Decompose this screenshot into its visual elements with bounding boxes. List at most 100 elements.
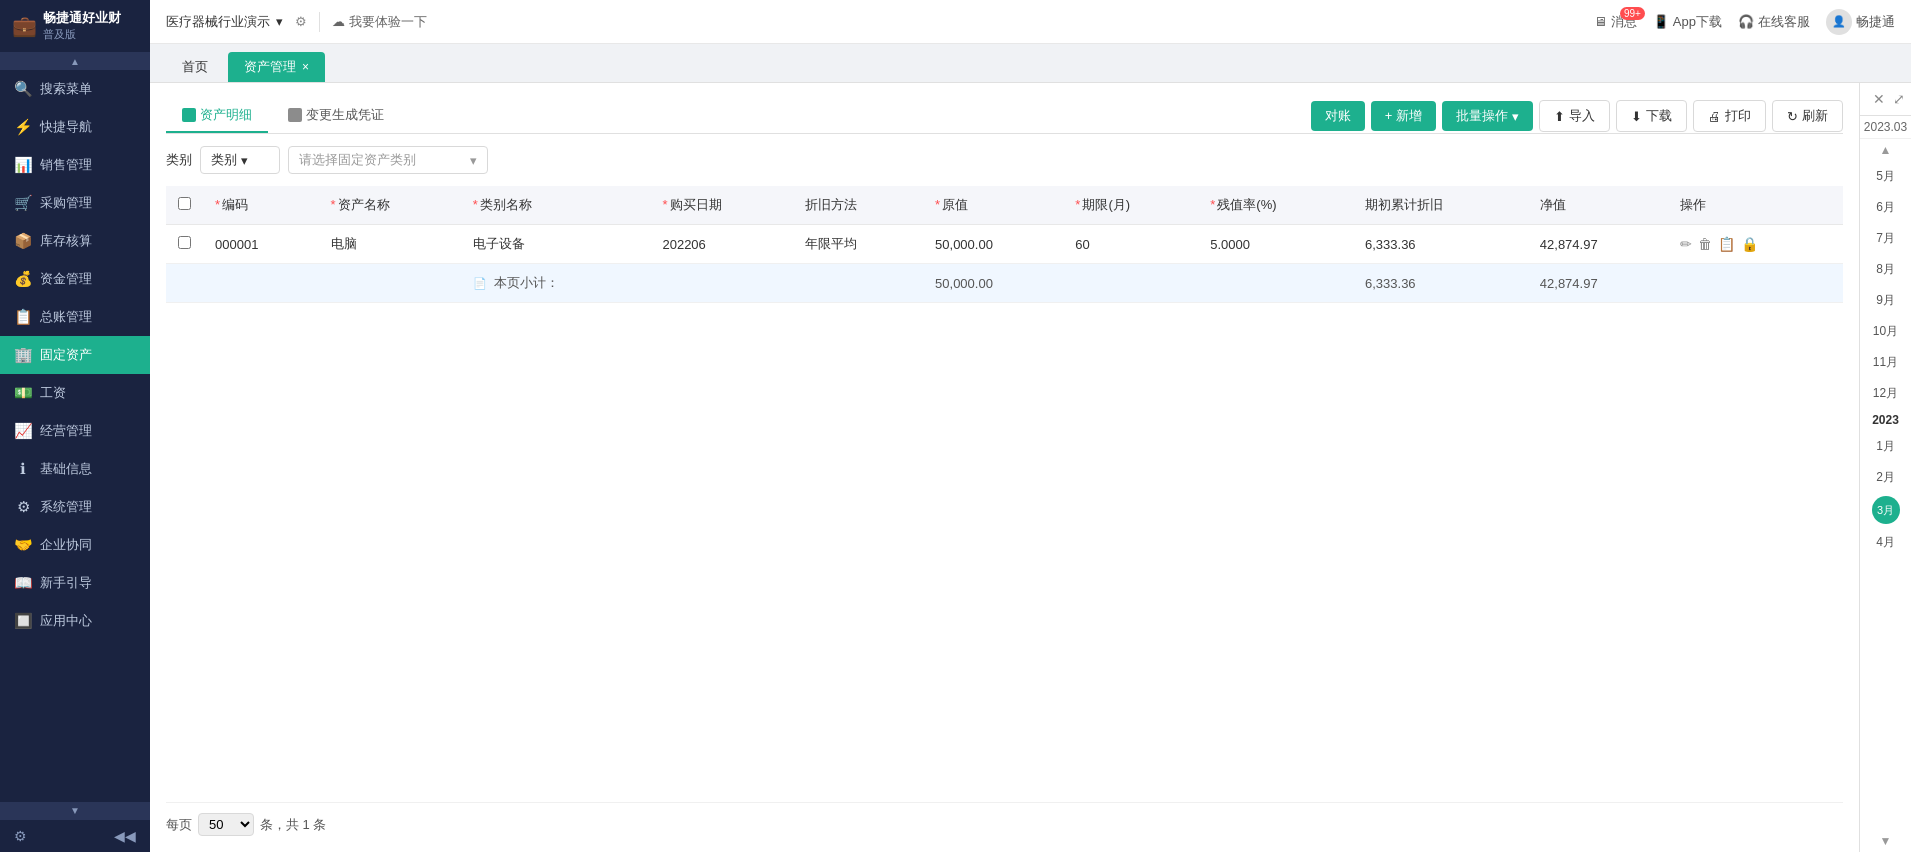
download-btn[interactable]: ⬇ 下载 bbox=[1616, 100, 1687, 132]
edit-icon[interactable]: ✏ bbox=[1680, 236, 1692, 252]
subtotal-empty2 bbox=[203, 264, 319, 303]
month-5[interactable]: 5月 bbox=[1860, 161, 1911, 192]
select-all-checkbox[interactable] bbox=[178, 197, 191, 210]
lock-icon[interactable]: 🔒 bbox=[1741, 236, 1758, 252]
month-11[interactable]: 11月 bbox=[1860, 347, 1911, 378]
sidebar-item-sales[interactable]: 📊 销售管理 bbox=[0, 146, 150, 184]
month-7[interactable]: 7月 bbox=[1860, 223, 1911, 254]
subtab-icon bbox=[288, 108, 302, 122]
sidebar-item-label: 工资 bbox=[40, 384, 66, 402]
sidebar-item-finance[interactable]: 💰 资金管理 bbox=[0, 260, 150, 298]
sidebar-item-purchase[interactable]: 🛒 采购管理 bbox=[0, 184, 150, 222]
months-before-section: 5月 6月 7月 8月 9月 10月 11月 12月 bbox=[1860, 161, 1911, 409]
reconcile-button[interactable]: 对账 bbox=[1311, 101, 1365, 131]
sidebar-item-label: 新手引导 bbox=[40, 574, 92, 592]
copy-icon[interactable]: 📋 bbox=[1718, 236, 1735, 252]
month-12[interactable]: 12月 bbox=[1860, 378, 1911, 409]
refresh-icon: ↻ bbox=[1787, 109, 1798, 124]
search-icon: 🔍 bbox=[14, 80, 32, 98]
new-button[interactable]: + 新增 bbox=[1371, 101, 1436, 131]
month-8[interactable]: 8月 bbox=[1860, 254, 1911, 285]
category-select[interactable]: 请选择固定资产类别 ▾ bbox=[288, 146, 488, 174]
expand-panel-icon[interactable]: ⤢ bbox=[1891, 89, 1907, 109]
sidebar-scroll-down[interactable]: ▼ bbox=[0, 802, 150, 819]
category-placeholder: 请选择固定资产类别 bbox=[299, 151, 416, 169]
notification-button[interactable]: 🖥 消息 99+ bbox=[1594, 13, 1637, 31]
category-dropdown-icon: ▾ bbox=[470, 153, 477, 168]
sidebar-item-label: 基础信息 bbox=[40, 460, 92, 478]
sales-icon: 📊 bbox=[14, 156, 32, 174]
sidebar-item-label: 快捷导航 bbox=[40, 118, 92, 136]
sidebar-item-enterprise[interactable]: 🤝 企业协同 bbox=[0, 526, 150, 564]
company-selector[interactable]: 医疗器械行业演示 ▾ bbox=[166, 13, 283, 31]
td-period: 60 bbox=[1063, 225, 1198, 264]
subtab-active-icon bbox=[182, 108, 196, 122]
subtotal-empty5 bbox=[793, 264, 923, 303]
gear-button[interactable]: ⚙ bbox=[295, 14, 307, 29]
service-button[interactable]: 🎧 在线客服 bbox=[1738, 13, 1810, 31]
batch-button[interactable]: 批量操作 ▾ bbox=[1442, 101, 1533, 131]
category-type-select[interactable]: 类别 ▾ bbox=[200, 146, 280, 174]
sidebar-item-quick-nav[interactable]: ⚡ 快捷导航 bbox=[0, 108, 150, 146]
company-name: 医疗器械行业演示 bbox=[166, 13, 270, 31]
tab-home[interactable]: 首页 bbox=[166, 52, 224, 82]
month-4-2023[interactable]: 4月 bbox=[1860, 527, 1911, 558]
collapse-icon[interactable]: ◀◀ bbox=[114, 828, 136, 844]
subtab-voucher[interactable]: 变更生成凭证 bbox=[272, 99, 400, 133]
experience-button[interactable]: ☁ 我要体验一下 bbox=[332, 13, 427, 31]
import-button[interactable]: ⬆ 导入 bbox=[1539, 100, 1610, 132]
print-button[interactable]: 🖨 打印 bbox=[1693, 100, 1766, 132]
page-tabs: 首页 资产管理 × bbox=[150, 44, 1911, 83]
subtab-label: 变更生成凭证 bbox=[306, 106, 384, 124]
settings-icon[interactable]: ⚙ bbox=[14, 828, 27, 844]
finance-icon: 💰 bbox=[14, 270, 32, 288]
month-6[interactable]: 6月 bbox=[1860, 192, 1911, 223]
refresh-button[interactable]: ↻ 刷新 bbox=[1772, 100, 1843, 132]
month-2-2023[interactable]: 2月 bbox=[1860, 462, 1911, 493]
tab-close-button[interactable]: × bbox=[302, 60, 309, 74]
row-checkbox[interactable] bbox=[178, 236, 191, 249]
service-icon: 🎧 bbox=[1738, 14, 1754, 29]
tab-asset-management[interactable]: 资产管理 × bbox=[228, 52, 325, 82]
sidebar-nav: 🔍 搜索菜单 ⚡ 快捷导航 📊 销售管理 🛒 采购管理 📦 库存核算 💰 资金管… bbox=[0, 70, 150, 802]
sidebar-item-fixed-assets[interactable]: 🏢 固定资产 bbox=[0, 336, 150, 374]
sidebar-item-ledger[interactable]: 📋 总账管理 bbox=[0, 298, 150, 336]
th-depreciation-method: 折旧方法 bbox=[793, 186, 923, 225]
month-1-2023[interactable]: 1月 bbox=[1860, 431, 1911, 462]
delete-icon[interactable]: 🗑 bbox=[1698, 236, 1712, 252]
sidebar-item-operations[interactable]: 📈 经营管理 bbox=[0, 412, 150, 450]
month-9[interactable]: 9月 bbox=[1860, 285, 1911, 316]
user-menu[interactable]: 👤 畅捷通 bbox=[1826, 9, 1895, 35]
content-area: 资产明细 变更生成凭证 对账 + 新增 批量操作 ▾ ⬆ 导入 bbox=[150, 83, 1911, 852]
scroll-up-icon[interactable]: ▲ bbox=[1860, 139, 1911, 161]
sidebar-item-apps[interactable]: 🔲 应用中心 bbox=[0, 602, 150, 640]
download-icon: 📱 bbox=[1653, 14, 1669, 29]
page-size-select[interactable]: 50 100 200 bbox=[198, 813, 254, 836]
sidebar-item-inventory[interactable]: 📦 库存核算 bbox=[0, 222, 150, 260]
filter-toolbar: 类别 类别 ▾ 请选择固定资产类别 ▾ bbox=[166, 146, 1843, 174]
sidebar-item-guide[interactable]: 📖 新手引导 bbox=[0, 564, 150, 602]
apps-icon: 🔲 bbox=[14, 612, 32, 630]
ledger-icon: 📋 bbox=[14, 308, 32, 326]
pagination: 每页 50 100 200 条，共 1 条 bbox=[166, 802, 1843, 836]
sidebar-item-system[interactable]: ⚙ 系统管理 bbox=[0, 488, 150, 526]
ops-cell: ✏ 🗑 📋 🔒 bbox=[1680, 236, 1831, 252]
toolbar-right-actions: 对账 + 新增 批量操作 ▾ ⬆ 导入 ⬇ 下载 🖨 bbox=[1311, 100, 1843, 132]
td-original-value: 50,000.00 bbox=[923, 225, 1063, 264]
month-10[interactable]: 10月 bbox=[1860, 316, 1911, 347]
subtab-asset-detail[interactable]: 资产明细 bbox=[166, 99, 268, 133]
download-button[interactable]: 📱 App下载 bbox=[1653, 13, 1722, 31]
sidebar-item-basic-info[interactable]: ℹ 基础信息 bbox=[0, 450, 150, 488]
month-3-2023-active[interactable]: 3月 bbox=[1872, 496, 1900, 524]
subtotal-empty4 bbox=[650, 264, 792, 303]
filter-value: 类别 bbox=[211, 151, 237, 169]
sidebar-scroll-up[interactable]: ▲ bbox=[0, 53, 150, 70]
sidebar-item-payroll[interactable]: 💵 工资 bbox=[0, 374, 150, 412]
close-panel-icon[interactable]: ✕ bbox=[1871, 89, 1887, 109]
td-code: 000001 bbox=[203, 225, 319, 264]
sidebar-item-label: 系统管理 bbox=[40, 498, 92, 516]
notification-icon: 🖥 bbox=[1594, 14, 1607, 29]
sidebar-item-search[interactable]: 🔍 搜索菜单 bbox=[0, 70, 150, 108]
subtotal-net-value: 42,874.97 bbox=[1528, 264, 1668, 303]
scroll-down-icon[interactable]: ▼ bbox=[1860, 830, 1911, 852]
